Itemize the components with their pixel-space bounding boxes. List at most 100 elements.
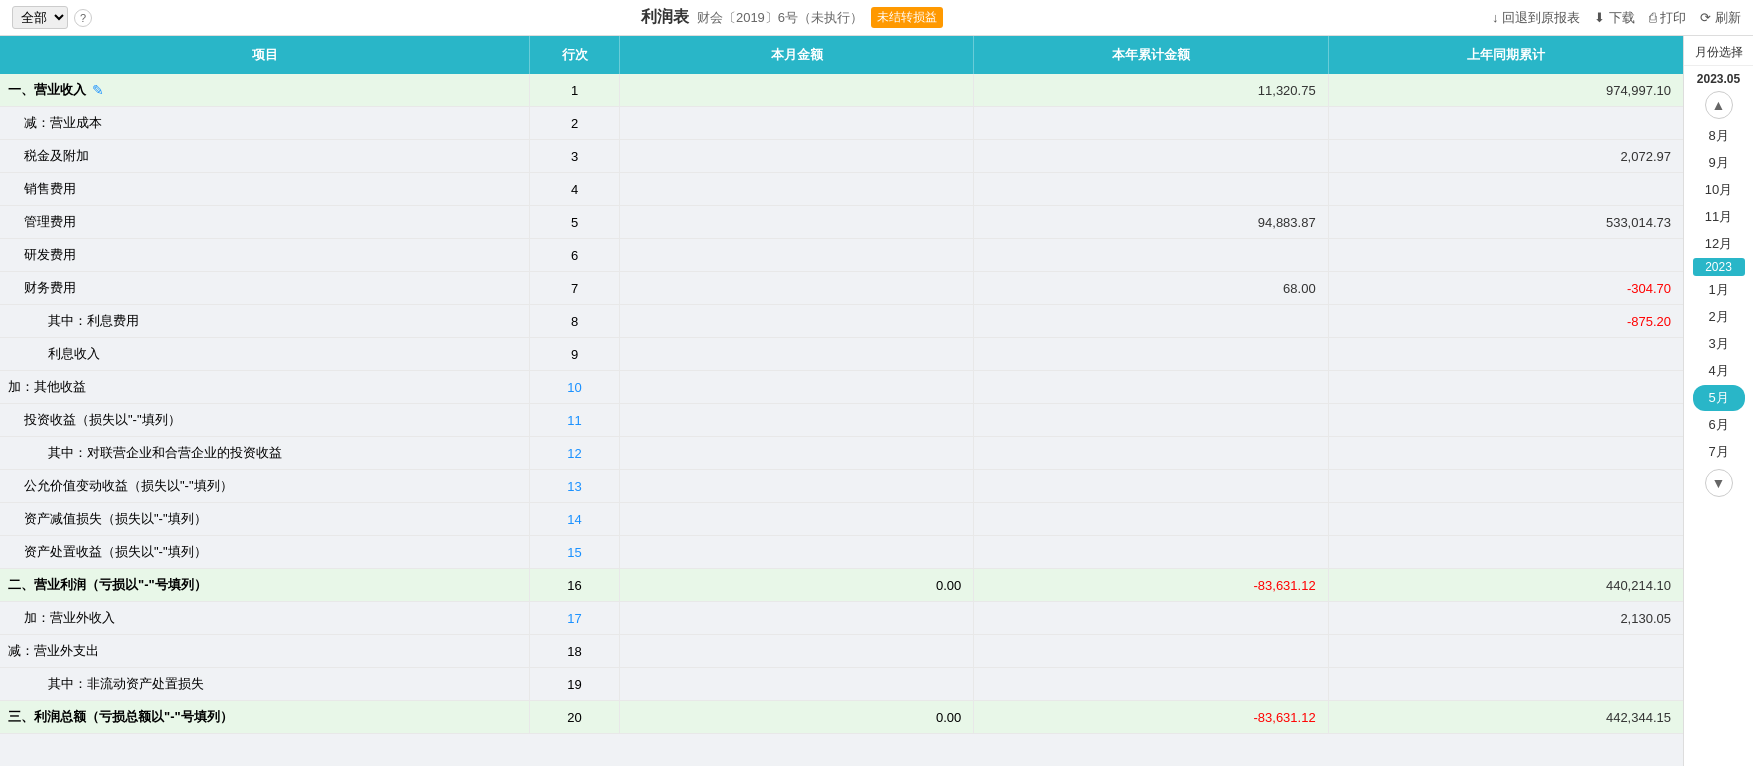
- sidebar-month-item[interactable]: 4月: [1693, 358, 1745, 384]
- cell-label: 减：营业外支出: [0, 635, 530, 667]
- edit-icon[interactable]: ✎: [92, 82, 104, 98]
- table-row: 资产减值损失（损失以"-"填列） 14: [0, 503, 1683, 536]
- page-title: 利润表: [641, 7, 689, 28]
- cell-prev-ytd: [1329, 437, 1683, 469]
- cell-label: 公允价值变动收益（损失以"-"填列）: [0, 470, 530, 502]
- download-button[interactable]: ⬇ 下载: [1594, 9, 1635, 27]
- cell-ytd: [974, 437, 1328, 469]
- cell-current-month: [620, 404, 974, 436]
- table-row: 研发费用 6: [0, 239, 1683, 272]
- cell-row-num: 12: [530, 437, 620, 469]
- page-subtitle: 财会〔2019〕6号（未执行）: [697, 9, 863, 27]
- sidebar-month-item[interactable]: 5月: [1693, 385, 1745, 411]
- help-icon[interactable]: ?: [74, 9, 92, 27]
- cell-label: 减：营业成本: [0, 107, 530, 139]
- row-label: 资产处置收益（损失以"-"填列）: [24, 543, 207, 561]
- row-label: 三、利润总额（亏损总额以"-"号填列）: [8, 708, 233, 726]
- table-row: 一、营业收入✎ 1 11,320.75 974,997.10: [0, 74, 1683, 107]
- cell-prev-ytd: [1329, 173, 1683, 205]
- header-current-month: 本月金额: [620, 36, 974, 74]
- sidebar-month-item[interactable]: 6月: [1693, 412, 1745, 438]
- table-row: 三、利润总额（亏损总额以"-"号填列） 20 0.00 -83,631.12 4…: [0, 701, 1683, 734]
- cell-ytd: -83,631.12: [974, 701, 1328, 733]
- sidebar-month-item[interactable]: 10月: [1693, 177, 1745, 203]
- sidebar-month-item[interactable]: 2月: [1693, 304, 1745, 330]
- table-row: 其中：非流动资产处置损失 19: [0, 668, 1683, 701]
- cell-ytd: [974, 635, 1328, 667]
- cell-row-num: 19: [530, 668, 620, 700]
- row-label: 投资收益（损失以"-"填列）: [24, 411, 181, 429]
- table-area: 项目 行次 本月金额 本年累计金额 上年同期累计 一、营业收入✎ 1 11,32…: [0, 36, 1683, 766]
- cell-row-num: 13: [530, 470, 620, 502]
- row-label: 公允价值变动收益（损失以"-"填列）: [24, 477, 233, 495]
- cell-current-month: [620, 305, 974, 337]
- sidebar-month-item[interactable]: 12月: [1693, 231, 1745, 257]
- cell-ytd: -83,631.12: [974, 569, 1328, 601]
- cell-row-num: 7: [530, 272, 620, 304]
- cell-prev-ytd: -304.70: [1329, 272, 1683, 304]
- cell-row-num: 14: [530, 503, 620, 535]
- cell-current-month: [620, 74, 974, 106]
- row-label: 加：营业外收入: [24, 609, 115, 627]
- sidebar-down-btn[interactable]: ▼: [1705, 469, 1733, 497]
- cell-prev-ytd: 974,997.10: [1329, 74, 1683, 106]
- table-row: 其中：利息费用 8 -875.20: [0, 305, 1683, 338]
- cell-row-num: 15: [530, 536, 620, 568]
- cell-row-num: 9: [530, 338, 620, 370]
- sidebar-year: 2023.05: [1697, 70, 1740, 88]
- top-bar-right: ↓ 回退到原报表 ⬇ 下载 ⎙ 打印 ⟳ 刷新: [1492, 9, 1741, 27]
- sidebar-month-item[interactable]: 8月: [1693, 123, 1745, 149]
- sidebar-month-item[interactable]: 11月: [1693, 204, 1745, 230]
- cell-prev-ytd: [1329, 668, 1683, 700]
- cell-prev-ytd: 533,014.73: [1329, 206, 1683, 238]
- table-row: 二、营业利润（亏损以"-"号填列） 16 0.00 -83,631.12 440…: [0, 569, 1683, 602]
- sidebar-month-item[interactable]: 7月: [1693, 439, 1745, 465]
- cell-label: 资产减值损失（损失以"-"填列）: [0, 503, 530, 535]
- cell-prev-ytd: 2,072.97: [1329, 140, 1683, 172]
- cell-ytd: [974, 239, 1328, 271]
- cell-row-num: 17: [530, 602, 620, 634]
- cell-label: 税金及附加: [0, 140, 530, 172]
- print-button[interactable]: ⎙ 打印: [1649, 9, 1687, 27]
- scope-dropdown[interactable]: 全部: [12, 6, 68, 29]
- row-label: 二、营业利润（亏损以"-"号填列）: [8, 576, 207, 594]
- cell-label: 管理费用: [0, 206, 530, 238]
- table-row: 减：营业成本 2: [0, 107, 1683, 140]
- sidebar-month-item[interactable]: 2023: [1693, 258, 1745, 276]
- sidebar-title: 月份选择: [1684, 40, 1753, 66]
- cell-row-num: 6: [530, 239, 620, 271]
- cell-row-num: 1: [530, 74, 620, 106]
- cell-prev-ytd: [1329, 371, 1683, 403]
- top-bar-left: 全部 ?: [12, 6, 92, 29]
- sidebar-month-item[interactable]: 3月: [1693, 331, 1745, 357]
- table-row: 资产处置收益（损失以"-"填列） 15: [0, 536, 1683, 569]
- cell-prev-ytd: [1329, 536, 1683, 568]
- cell-prev-ytd: [1329, 239, 1683, 271]
- cell-label: 资产处置收益（损失以"-"填列）: [0, 536, 530, 568]
- cell-prev-ytd: [1329, 404, 1683, 436]
- cell-label: 二、营业利润（亏损以"-"号填列）: [0, 569, 530, 601]
- cell-ytd: [974, 107, 1328, 139]
- table-row: 财务费用 7 68.00 -304.70: [0, 272, 1683, 305]
- cell-ytd: [974, 338, 1328, 370]
- cell-row-num: 16: [530, 569, 620, 601]
- cell-prev-ytd: -875.20: [1329, 305, 1683, 337]
- cell-label: 投资收益（损失以"-"填列）: [0, 404, 530, 436]
- sidebar-up-btn[interactable]: ▲: [1705, 91, 1733, 119]
- status-badge: 未结转损益: [871, 7, 943, 28]
- cell-label: 研发费用: [0, 239, 530, 271]
- cell-current-month: [620, 635, 974, 667]
- cell-row-num: 5: [530, 206, 620, 238]
- cell-row-num: 3: [530, 140, 620, 172]
- sidebar-month-item[interactable]: 1月: [1693, 277, 1745, 303]
- cell-current-month: [620, 173, 974, 205]
- sidebar-month-item[interactable]: 9月: [1693, 150, 1745, 176]
- refresh-button[interactable]: ⟳ 刷新: [1700, 9, 1741, 27]
- cell-current-month: [620, 602, 974, 634]
- cell-label: 销售费用: [0, 173, 530, 205]
- row-label: 销售费用: [24, 180, 76, 198]
- row-label: 其中：非流动资产处置损失: [48, 675, 204, 693]
- cell-label: 加：其他收益: [0, 371, 530, 403]
- back-button[interactable]: ↓ 回退到原报表: [1492, 9, 1580, 27]
- cell-ytd: [974, 404, 1328, 436]
